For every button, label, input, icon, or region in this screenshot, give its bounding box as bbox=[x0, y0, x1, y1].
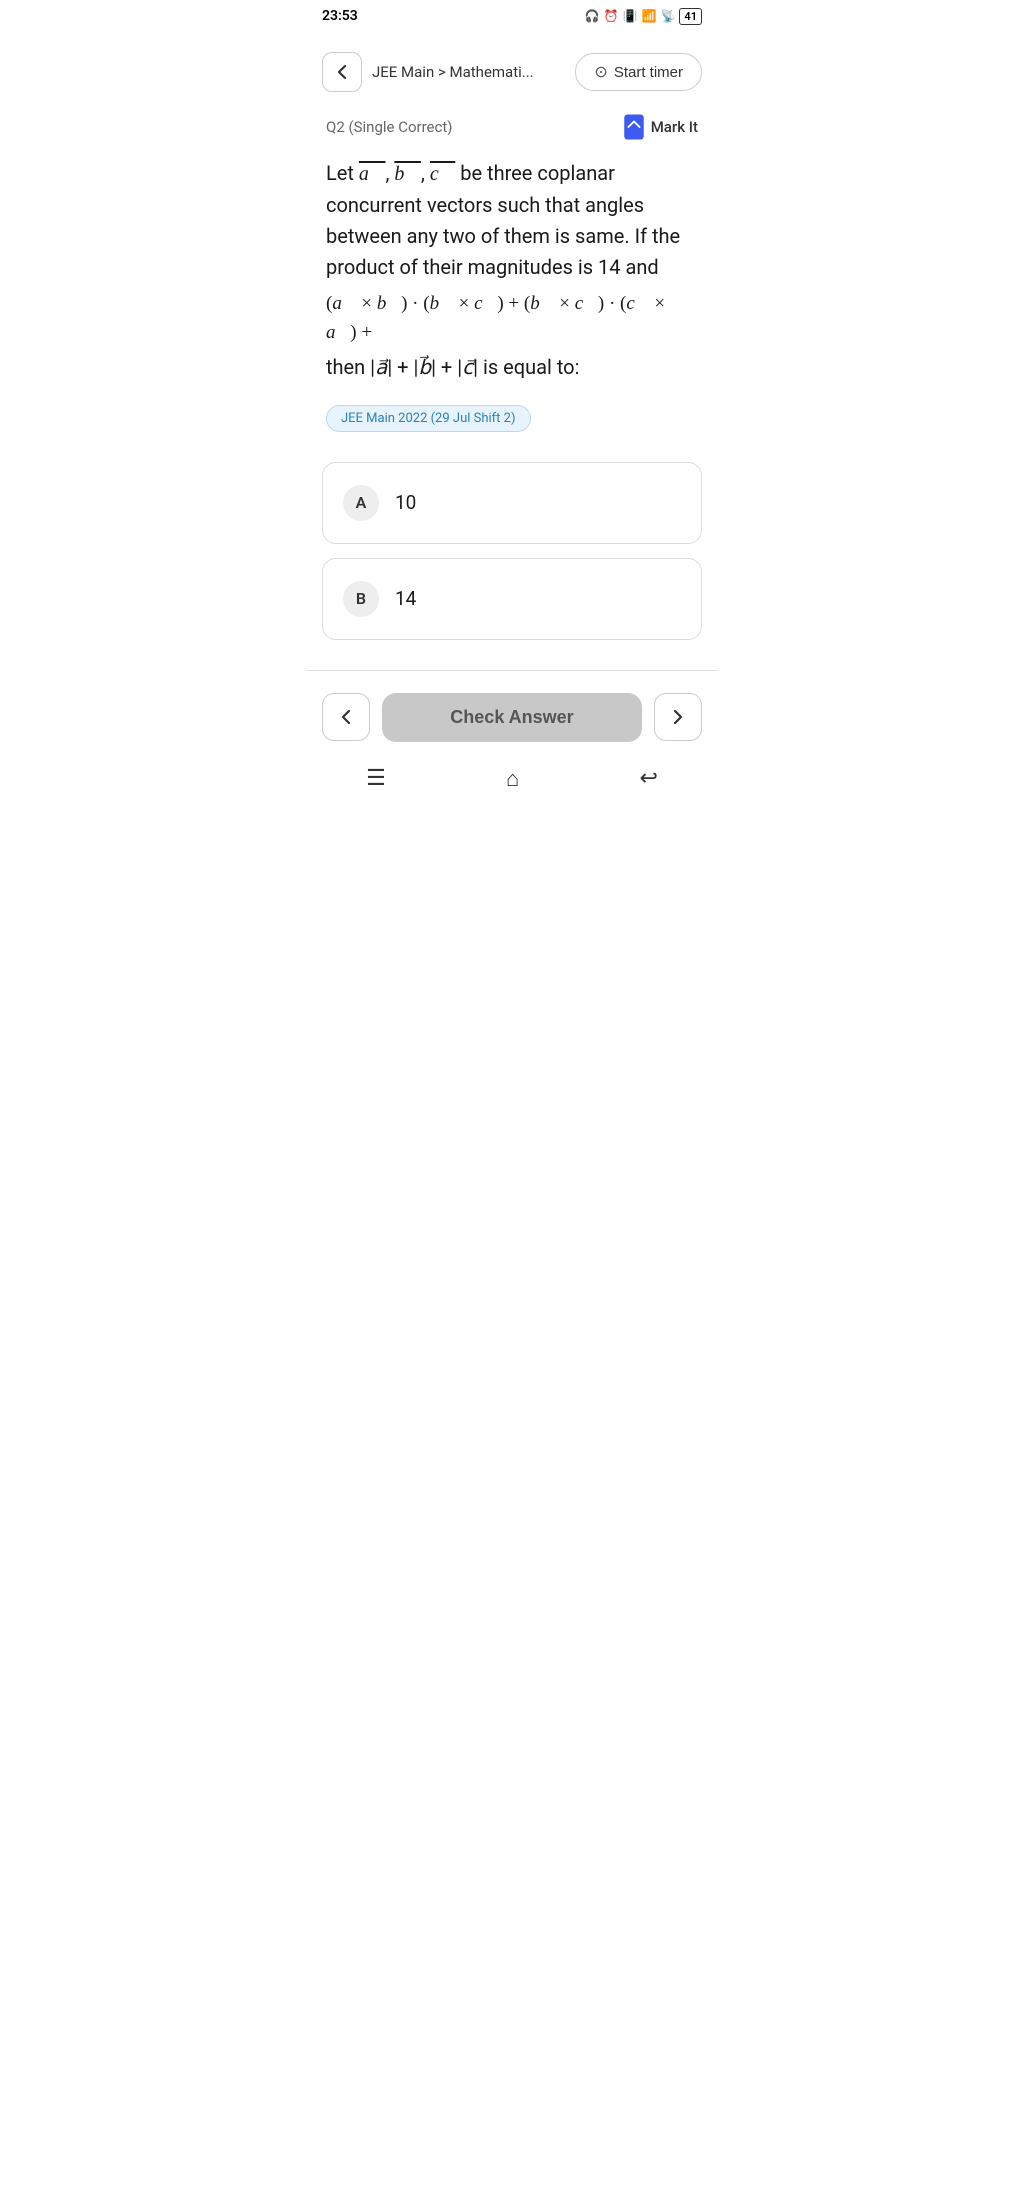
alarm-icon: ⏰ bbox=[604, 9, 619, 23]
bookmark-icon bbox=[623, 114, 645, 140]
next-button[interactable] bbox=[654, 693, 702, 741]
option-a-value: 10 bbox=[395, 491, 416, 514]
bottom-nav: Check Answer bbox=[306, 681, 718, 754]
headphone-icon: 🎧 bbox=[585, 9, 600, 23]
status-bar: 23:53 🎧 ⏰ 📳 📶 📡 41 bbox=[306, 0, 718, 32]
divider bbox=[306, 670, 718, 671]
source-tag-row: JEE Main 2022 (29 Jul Shift 2) bbox=[306, 405, 718, 452]
question-content: Let a⃗, b⃗, c⃗ be three coplanar concurr… bbox=[306, 150, 718, 405]
vibrate-icon: 📳 bbox=[623, 9, 638, 23]
prev-button[interactable] bbox=[322, 693, 370, 741]
option-a-card[interactable]: A 10 bbox=[322, 462, 702, 544]
back-system-icon[interactable]: ↩ bbox=[639, 766, 657, 791]
back-button[interactable] bbox=[322, 52, 362, 92]
start-timer-button[interactable]: ⊙ Start timer bbox=[575, 53, 702, 91]
question-meta: Q2 (Single Correct) Mark It bbox=[306, 104, 718, 150]
system-nav: ☰ ⌂ ↩ bbox=[306, 754, 718, 808]
status-icons: 🎧 ⏰ 📳 📶 📡 41 bbox=[585, 8, 702, 25]
question-text-intro: Let a⃗, b⃗, c⃗ be three coplanar concurr… bbox=[326, 158, 698, 283]
prev-arrow-icon bbox=[341, 709, 351, 725]
next-arrow-icon bbox=[673, 709, 683, 725]
math-expression: (a⃗ × b⃗) · (b⃗ × c⃗) + (b⃗ × c⃗) · (c⃗ … bbox=[326, 289, 698, 348]
mark-it-button[interactable]: Mark It bbox=[623, 114, 698, 140]
mark-it-label: Mark It bbox=[651, 118, 698, 136]
timer-label: Start timer bbox=[614, 64, 683, 81]
source-tag: JEE Main 2022 (29 Jul Shift 2) bbox=[326, 405, 531, 432]
option-b-circle: B bbox=[343, 581, 379, 617]
question-label: Q2 (Single Correct) bbox=[326, 118, 452, 136]
vec-b: b⃗ bbox=[394, 163, 421, 185]
home-icon[interactable]: ⌂ bbox=[506, 766, 519, 792]
option-a-circle: A bbox=[343, 485, 379, 521]
question-conclusion: then |a⃗| + |b⃗| + |c⃗| is equal to: bbox=[326, 352, 698, 383]
check-answer-button[interactable]: Check Answer bbox=[382, 693, 642, 742]
status-time: 23:53 bbox=[322, 8, 358, 24]
vec-c: c⃗ bbox=[430, 163, 455, 185]
back-arrow-icon bbox=[337, 64, 347, 80]
call-icon: 📶 bbox=[642, 9, 657, 23]
timer-icon: ⊙ bbox=[594, 62, 607, 82]
wifi-icon: 📡 bbox=[660, 9, 675, 23]
menu-icon[interactable]: ☰ bbox=[366, 766, 386, 791]
options-section: A 10 B 14 bbox=[306, 452, 718, 660]
option-b-value: 14 bbox=[395, 587, 416, 610]
option-b-card[interactable]: B 14 bbox=[322, 558, 702, 640]
battery-indicator: 41 bbox=[679, 8, 702, 25]
header: JEE Main > Mathemati... ⊙ Start timer bbox=[306, 40, 718, 104]
check-answer-label: Check Answer bbox=[450, 707, 573, 727]
breadcrumb: JEE Main > Mathemati... bbox=[372, 63, 565, 81]
vec-a: a⃗ bbox=[359, 163, 386, 185]
